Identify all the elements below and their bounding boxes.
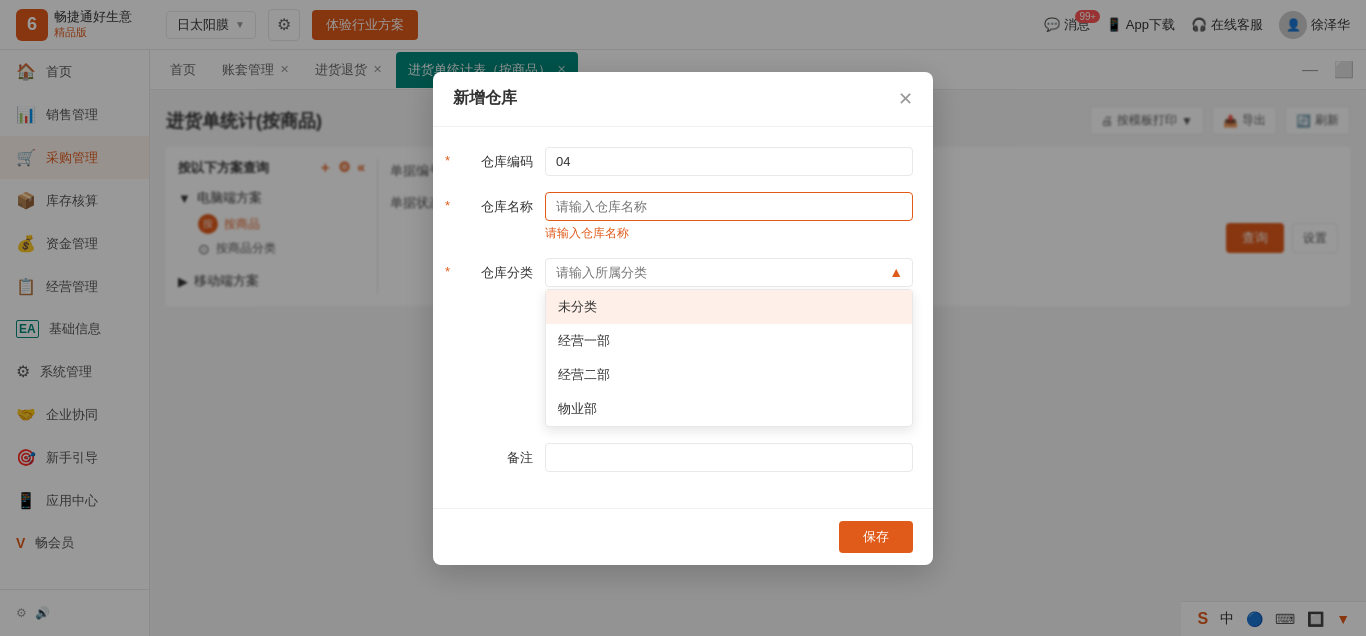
dialog-close-button[interactable]: ✕ xyxy=(898,88,913,110)
notes-label: 备注 xyxy=(453,443,533,467)
form-row-code: 仓库编码 xyxy=(453,147,913,176)
form-row-category: 仓库分类 ▲ 未分类 经营一部 经营二部 物业部 xyxy=(453,258,913,427)
dropdown-item-uncategorized[interactable]: 未分类 xyxy=(546,290,912,324)
dropdown-item-dept2[interactable]: 经营二部 xyxy=(546,358,912,392)
dialog-header: 新增仓库 ✕ xyxy=(433,72,933,127)
save-button[interactable]: 保存 xyxy=(839,521,913,553)
notes-input[interactable] xyxy=(545,443,913,472)
warehouse-code-input[interactable] xyxy=(545,147,913,176)
notes-control xyxy=(545,443,913,472)
warehouse-category-control: ▲ 未分类 经营一部 经营二部 物业部 xyxy=(545,258,913,427)
warehouse-code-label: 仓库编码 xyxy=(453,147,533,171)
dialog-overlay[interactable]: 新增仓库 ✕ 仓库编码 仓库名称 请输入仓库名称 仓库分类 xyxy=(0,0,1366,636)
category-dropdown-arrow[interactable]: ▲ xyxy=(889,264,903,280)
dropdown-item-dept1[interactable]: 经营一部 xyxy=(546,324,912,358)
warehouse-name-input[interactable] xyxy=(545,192,913,221)
dialog-footer: 保存 xyxy=(433,508,933,565)
warehouse-name-label: 仓库名称 xyxy=(453,192,533,216)
category-dropdown-list: 未分类 经营一部 经营二部 物业部 xyxy=(545,289,913,427)
dialog-title: 新增仓库 xyxy=(453,88,517,109)
form-row-name: 仓库名称 请输入仓库名称 xyxy=(453,192,913,242)
warehouse-category-label: 仓库分类 xyxy=(453,258,533,282)
warehouse-code-control xyxy=(545,147,913,176)
warehouse-category-input[interactable] xyxy=(545,258,913,287)
form-row-notes: 备注 xyxy=(453,443,913,472)
new-warehouse-dialog: 新增仓库 ✕ 仓库编码 仓库名称 请输入仓库名称 仓库分类 xyxy=(433,72,933,565)
warehouse-name-error: 请输入仓库名称 xyxy=(545,225,913,242)
warehouse-category-wrapper: ▲ xyxy=(545,258,913,287)
dropdown-item-property[interactable]: 物业部 xyxy=(546,392,912,426)
warehouse-name-control: 请输入仓库名称 xyxy=(545,192,913,242)
dialog-body: 仓库编码 仓库名称 请输入仓库名称 仓库分类 ▲ xyxy=(433,127,933,508)
